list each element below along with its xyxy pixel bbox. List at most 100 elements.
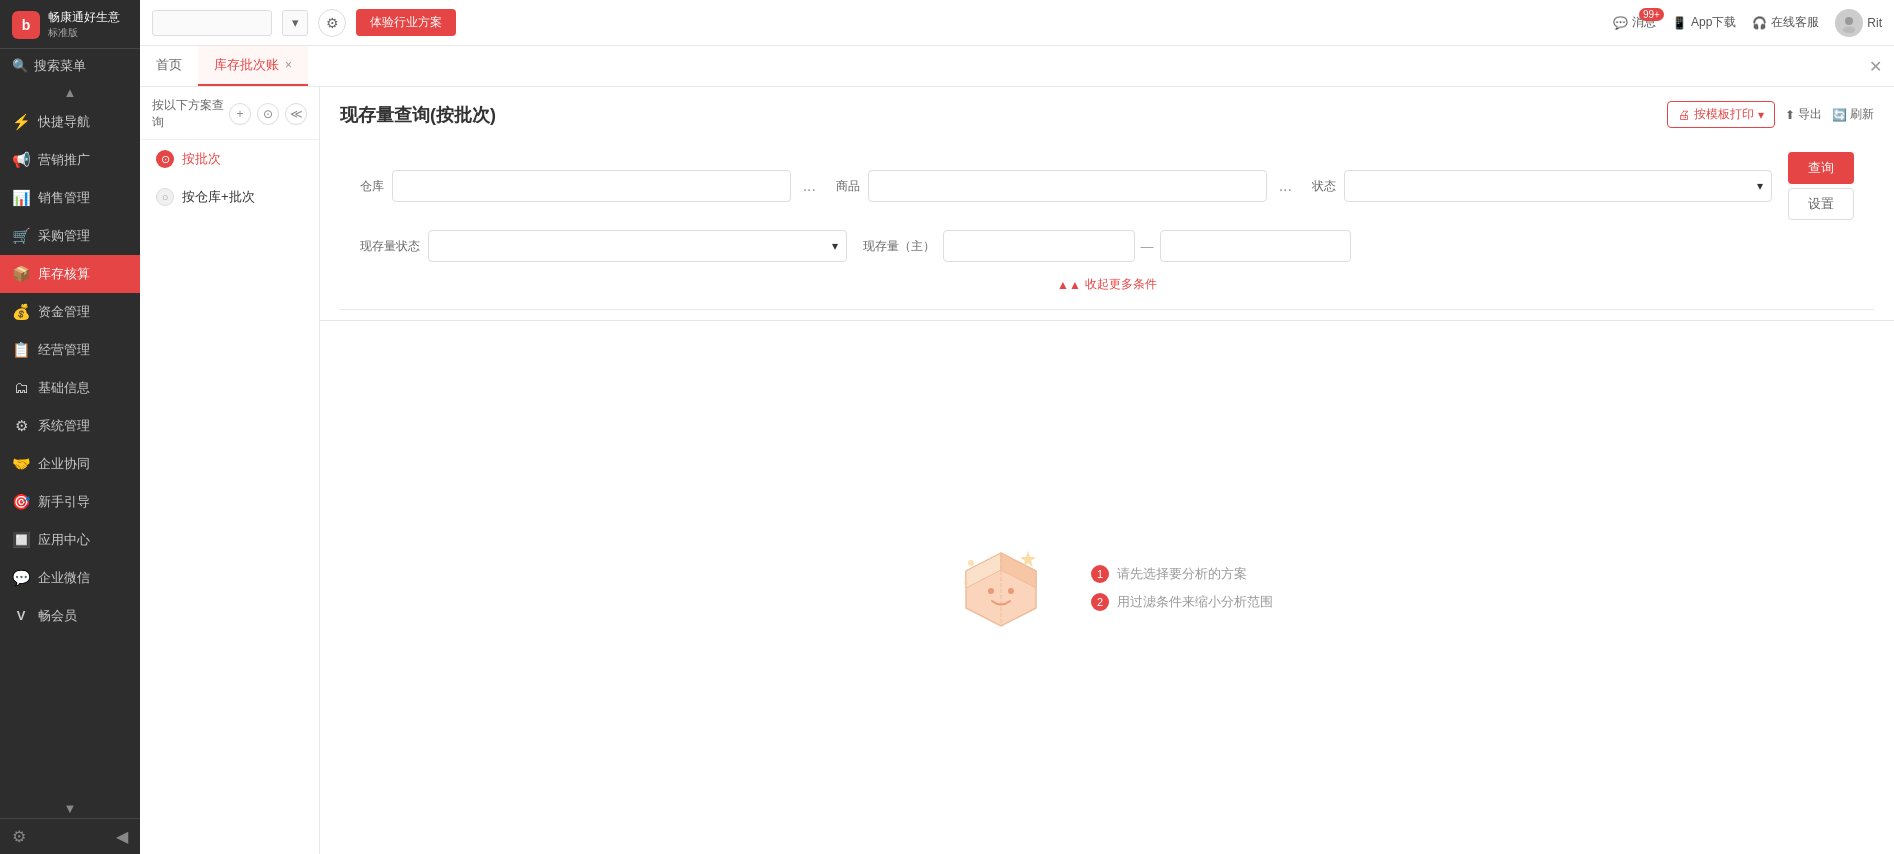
marketing-icon: 📢 (12, 151, 30, 169)
svg-point-0 (1845, 17, 1853, 25)
empty-state: 1 请先选择要分析的方案 2 用过滤条件来缩小分析范围 (320, 321, 1894, 854)
empty-text: 1 请先选择要分析的方案 2 用过滤条件来缩小分析范围 (1091, 565, 1273, 611)
hint-number-2: 2 (1091, 593, 1109, 611)
hint-text-1: 请先选择要分析的方案 (1117, 565, 1247, 583)
plan-dot-active: ⊙ (156, 150, 174, 168)
inventory-icon: 📦 (12, 265, 30, 283)
tab-active-label: 库存批次账 (214, 56, 279, 74)
warehouse-input[interactable] (392, 170, 791, 202)
sidebar-item-quick-nav[interactable]: ⚡ 快捷导航 (0, 103, 140, 141)
sidebar-item-basic[interactable]: 🗂 基础信息 (0, 369, 140, 407)
app-logo: b (12, 11, 40, 39)
sidebar-item-sales[interactable]: 📊 销售管理 (0, 179, 140, 217)
collapse-filter-btn[interactable]: ▲▲ 收起更多条件 (360, 272, 1854, 297)
svg-point-7 (1008, 588, 1014, 594)
warehouse-filter-group: 仓库 ... (360, 170, 820, 202)
sidebar-item-operations[interactable]: 📋 经营管理 (0, 331, 140, 369)
online-service-btn[interactable]: 🎧 在线客服 (1752, 14, 1819, 31)
user-menu[interactable]: Rit (1835, 9, 1882, 37)
quantity-max-input[interactable] (1160, 230, 1351, 262)
app-download-icon: 📱 (1672, 16, 1687, 30)
sidebar-item-enterprise[interactable]: 🤝 企业协同 (0, 445, 140, 483)
sidebar-item-marketing[interactable]: 📢 营销推广 (0, 141, 140, 179)
svg-point-1 (1843, 26, 1855, 33)
sidebar-header: b 畅康通好生意 标准版 (0, 0, 140, 49)
export-icon: ⬆ (1785, 108, 1795, 122)
stock-status-label: 现存量状态 (360, 238, 420, 255)
trial-btn[interactable]: 体验行业方案 (356, 9, 456, 36)
messages-badge: 99+ (1639, 8, 1664, 21)
print-btn-label: 按模板打印 (1694, 106, 1754, 123)
filter-area: 仓库 ... 商品 ... 状态 (340, 140, 1874, 310)
sidebar-item-label: 资金管理 (38, 303, 90, 321)
filter-row-1: 仓库 ... 商品 ... 状态 (360, 152, 1854, 220)
goods-filter-group: 商品 ... (836, 170, 1296, 202)
app-name: 畅康通好生意 (48, 10, 120, 26)
sidebar-item-member[interactable]: V 畅会员 (0, 597, 140, 635)
sidebar-item-system[interactable]: ⚙ 系统管理 (0, 407, 140, 445)
tab-close-all-btn[interactable]: ✕ (1857, 49, 1894, 84)
app-version: 标准版 (48, 26, 120, 40)
sidebar-item-wechat[interactable]: 💬 企业微信 (0, 559, 140, 597)
stock-chevron-icon: ▾ (832, 239, 838, 253)
plan-item-warehouse-batch[interactable]: ○ 按仓库+批次 (140, 178, 319, 216)
purchase-icon: 🛒 (12, 227, 30, 245)
sidebar-item-finance[interactable]: 💰 资金管理 (0, 293, 140, 331)
search-menu-label: 搜索菜单 (34, 57, 86, 75)
collapse-panel-btn[interactable]: ≪ (285, 103, 307, 125)
finance-icon: 💰 (12, 303, 30, 321)
scroll-down-btn[interactable]: ▼ (0, 798, 140, 818)
scroll-up-btn[interactable]: ▲ (0, 83, 140, 103)
sidebar-item-label: 营销推广 (38, 151, 90, 169)
export-btn[interactable]: ⬆ 导出 (1785, 106, 1822, 123)
range-dash: — (1141, 239, 1154, 254)
sidebar-item-apps[interactable]: 🔲 应用中心 (0, 521, 140, 559)
refresh-btn[interactable]: 🔄 刷新 (1832, 106, 1874, 123)
sidebar-item-inventory[interactable]: 📦 库存核算 (0, 255, 140, 293)
tab-close-icon[interactable]: × (285, 58, 292, 72)
topbar-dropdown-btn[interactable]: ▾ (282, 10, 308, 36)
query-btn[interactable]: 查询 (1788, 152, 1854, 184)
print-btn[interactable]: 🖨 按模板打印 ▾ (1667, 101, 1775, 128)
sidebar-item-label: 销售管理 (38, 189, 90, 207)
app-download-btn[interactable]: 📱 App下载 (1672, 14, 1736, 31)
sidebar-nav: ⚡ 快捷导航 📢 营销推广 📊 销售管理 🛒 采购管理 📦 库存核算 💰 资金管… (0, 103, 140, 798)
sidebar-item-label: 企业协同 (38, 455, 90, 473)
stock-status-select[interactable]: ▾ (428, 230, 847, 262)
hint-text-2: 用过滤条件来缩小分析范围 (1117, 593, 1273, 611)
plan-item-batch[interactable]: ⊙ 按批次 (140, 140, 319, 178)
svg-point-9 (968, 560, 974, 566)
goods-label: 商品 (836, 178, 860, 195)
quantity-label: 现存量（主） (863, 238, 935, 255)
settings-btn[interactable]: 设置 (1788, 188, 1854, 220)
page-content: 按以下方案查询 + ⊙ ≪ ⊙ 按批次 ○ 按仓库+批次 现存量查询(按 (140, 87, 1894, 854)
messages-btn[interactable]: 💬 消息 99+ (1613, 14, 1656, 31)
newbie-icon: 🎯 (12, 493, 30, 511)
goods-dots[interactable]: ... (1275, 177, 1296, 195)
plan-settings-btn[interactable]: ⊙ (257, 103, 279, 125)
operations-icon: 📋 (12, 341, 30, 359)
tabs: 首页 库存批次账 × ✕ (140, 46, 1894, 87)
tab-home[interactable]: 首页 (140, 46, 198, 86)
topbar-search-input[interactable] (152, 10, 272, 36)
sidebar-item-purchase[interactable]: 🛒 采购管理 (0, 217, 140, 255)
status-select[interactable]: ▾ (1344, 170, 1772, 202)
goods-input[interactable] (868, 170, 1267, 202)
refresh-icon: 🔄 (1832, 108, 1847, 122)
collapse-sidebar-icon[interactable]: ◀ (116, 827, 128, 846)
warehouse-label: 仓库 (360, 178, 384, 195)
member-icon: V (12, 607, 30, 625)
add-plan-btn[interactable]: + (229, 103, 251, 125)
quantity-min-input[interactable] (943, 230, 1134, 262)
printer-icon: 🖨 (1678, 108, 1690, 122)
search-menu[interactable]: 🔍 搜索菜单 (0, 49, 140, 83)
settings-bottom-icon[interactable]: ⚙ (12, 827, 26, 846)
sidebar-item-newbie[interactable]: 🎯 新手引导 (0, 483, 140, 521)
sidebar-item-label: 畅会员 (38, 607, 77, 625)
topbar-gear-btn[interactable]: ⚙ (318, 9, 346, 37)
quantity-filter-group: 现存量（主） — (863, 230, 1350, 262)
tab-inventory-batch[interactable]: 库存批次账 × (198, 46, 308, 86)
export-label: 导出 (1798, 106, 1822, 123)
status-label: 状态 (1312, 178, 1336, 195)
warehouse-dots[interactable]: ... (799, 177, 820, 195)
